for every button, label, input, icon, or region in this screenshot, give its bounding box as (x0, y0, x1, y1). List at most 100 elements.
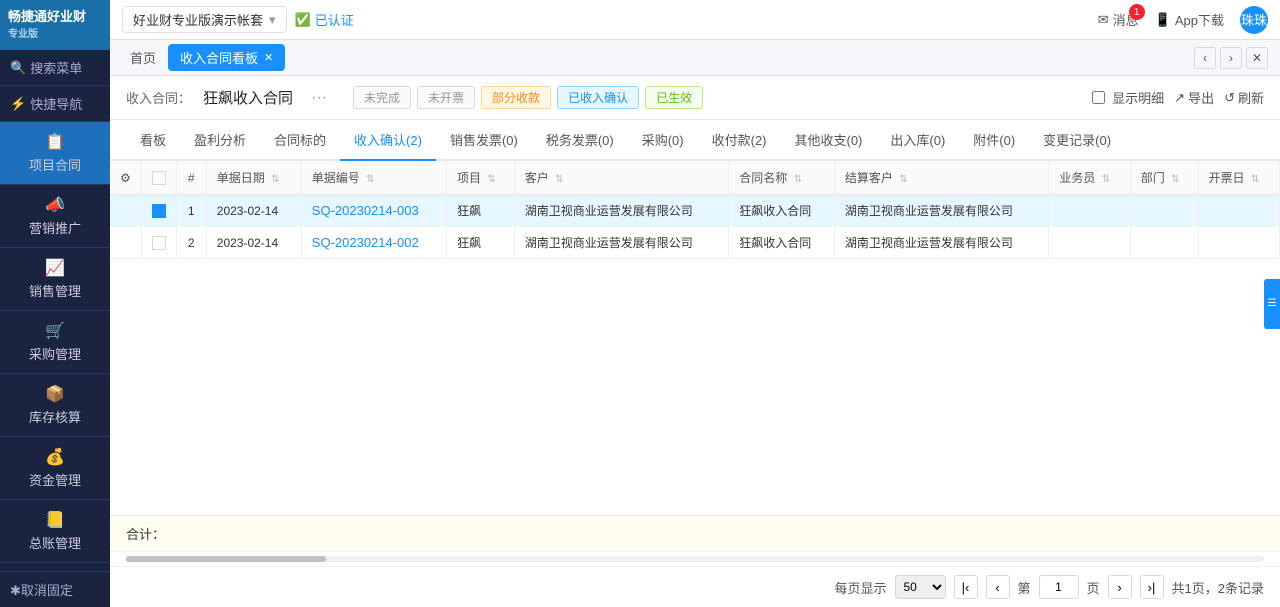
funds-icon: 💰 (45, 447, 65, 467)
home-tab[interactable]: 首页 (122, 48, 164, 67)
marketing-icon: 📣 (45, 195, 65, 215)
th-order-no[interactable]: 单据编号 ⇅ (301, 161, 446, 195)
scroll-track[interactable] (126, 556, 1264, 562)
subtab-payment[interactable]: 收付款(2) (698, 120, 781, 161)
export-button[interactable]: ↗ 导出 (1174, 88, 1214, 107)
select-all-checkbox[interactable] (152, 171, 166, 185)
per-page-label: 每页显示 (834, 578, 886, 597)
page-number-input[interactable] (1039, 575, 1079, 599)
total-label: 合计： (126, 524, 165, 543)
sort-orderno-icon: ⇅ (366, 174, 374, 185)
subtab-change-log[interactable]: 变更记录(0) (1029, 120, 1125, 161)
sidebar-item-inventory[interactable]: 📦 库存核算 (0, 374, 110, 437)
sidebar-item-sales[interactable]: 📈 销售管理 (0, 248, 110, 311)
th-date[interactable]: 单据日期 ⇅ (206, 161, 301, 195)
sidebar-item-invoice[interactable]: 🧾 发票管理 (0, 563, 110, 571)
company-name: 好业财专业版演示帐套 (133, 10, 263, 29)
subtab-attachments[interactable]: 附件(0) (959, 120, 1029, 161)
table-row[interactable]: 1 2023-02-14 SQ-20230214-003 狂飙 湖南卫视商业运营… (110, 195, 1280, 227)
sidebar-item-purchase[interactable]: 🛒 采购管理 (0, 311, 110, 374)
sidebar-item-project-contract[interactable]: 📋 项目合同 (0, 122, 110, 185)
table-area: ⚙ # 单据日期 ⇅ 单据编号 ⇅ 项目 ⇅ 客户 ⇅ 合同名称 ⇅ 结算客户 … (110, 161, 1280, 515)
tab-navigation: ‹ › ✕ (1194, 47, 1268, 69)
topbar: 好业财专业版演示帐套 ▾ ✅ 已认证 ✉ 消息 1 📱 App下载 珠珠 (110, 0, 1280, 40)
status-effective[interactable]: 已生效 (645, 86, 703, 109)
sidebar-item-ledger[interactable]: 📒 总账管理 (0, 500, 110, 563)
more-options-button[interactable]: ··· (305, 89, 333, 107)
table-footer: 合计： (110, 515, 1280, 551)
main-area: 好业财专业版演示帐套 ▾ ✅ 已认证 ✉ 消息 1 📱 App下载 珠珠 首页 … (110, 0, 1280, 607)
subtab-tax-invoice[interactable]: 税务发票(0) (532, 120, 628, 161)
contract-icon: 📋 (45, 132, 65, 152)
order-no-cell[interactable]: SQ-20230214-003 (301, 195, 446, 227)
check-icon: ✅ (295, 12, 311, 28)
status-revenue-confirmed[interactable]: 已收入确认 (557, 86, 639, 109)
status-partial-receipt[interactable]: 部分收款 (481, 86, 551, 109)
app-download-button[interactable]: 📱 App下载 (1155, 10, 1224, 29)
th-settle-customer[interactable]: 结算客户 ⇅ (834, 161, 1049, 195)
last-page-button[interactable]: ›| (1140, 575, 1164, 599)
user-avatar[interactable]: 珠珠 (1240, 6, 1268, 34)
th-settings[interactable]: ⚙ (110, 161, 141, 195)
subtab-sales-invoice[interactable]: 销售发票(0) (436, 120, 532, 161)
subtab-other[interactable]: 其他收支(0) (781, 120, 877, 161)
first-page-button[interactable]: |‹ (954, 575, 978, 599)
show-detail-checkbox[interactable] (1092, 91, 1105, 104)
download-icon: 📱 (1155, 12, 1171, 28)
sidebar-pin-button[interactable]: ✱取消固定 (0, 572, 110, 607)
settings-cell (110, 195, 141, 227)
table-row[interactable]: 2 2023-02-14 SQ-20230214-002 狂飙 湖南卫视商业运营… (110, 227, 1280, 259)
sidebar-search[interactable]: 🔍 搜索菜单 (0, 50, 110, 86)
subtab-contract-item[interactable]: 合同标的 (260, 120, 340, 161)
subtab-warehouse[interactable]: 出入库(0) (876, 120, 959, 161)
checkbox-cell[interactable] (141, 195, 176, 227)
sort-contract-icon: ⇅ (794, 174, 802, 185)
checkbox-cell[interactable] (141, 227, 176, 259)
th-invoice-date[interactable]: 开票日 ⇅ (1198, 161, 1279, 195)
right-panel-button[interactable]: ☰ (1264, 279, 1280, 329)
refresh-button[interactable]: ↺ 刷新 (1224, 88, 1264, 107)
subtab-board[interactable]: 看板 (126, 120, 180, 161)
contract-name-cell: 狂飙收入合同 (729, 195, 835, 227)
row-checkbox[interactable] (152, 236, 166, 250)
contract-title: 狂飙收入合同 (203, 87, 293, 108)
scroll-thumb[interactable] (126, 556, 326, 562)
tab-close-all-button[interactable]: ✕ (1246, 47, 1268, 69)
subtab-profit[interactable]: 盈利分析 (180, 120, 260, 161)
th-select-all[interactable] (141, 161, 176, 195)
export-icon: ↗ (1174, 90, 1185, 106)
show-detail-toggle[interactable]: 显示明细 (1092, 88, 1164, 107)
pagination: 每页显示 50 20 100 |‹ ‹ 第 页 › ›| 共1页，2条记录 (110, 566, 1280, 607)
message-button[interactable]: ✉ 消息 1 (1098, 10, 1139, 29)
project-cell: 狂飙 (447, 195, 515, 227)
tab-prev-button[interactable]: ‹ (1194, 47, 1216, 69)
status-incomplete[interactable]: 未完成 (353, 86, 411, 109)
sidebar-quick-nav[interactable]: ⚡ 快捷导航 (0, 86, 110, 122)
th-customer[interactable]: 客户 ⇅ (514, 161, 729, 195)
th-salesman[interactable]: 业务员 ⇅ (1049, 161, 1130, 195)
lightning-icon: ⚡ (10, 96, 26, 112)
company-selector[interactable]: 好业财专业版演示帐套 ▾ (122, 6, 287, 33)
next-page-button[interactable]: › (1108, 575, 1132, 599)
settle-customer-cell: 湖南卫视商业运营发展有限公司 (834, 227, 1049, 259)
row-checkbox[interactable] (152, 204, 166, 218)
subtab-revenue-confirm[interactable]: 收入确认(2) (340, 120, 436, 161)
status-no-invoice[interactable]: 未开票 (417, 86, 475, 109)
th-contract-name[interactable]: 合同名称 ⇅ (729, 161, 835, 195)
order-no-link[interactable]: SQ-20230214-002 (312, 235, 419, 250)
order-no-link[interactable]: SQ-20230214-003 (312, 203, 419, 218)
prev-page-button[interactable]: ‹ (986, 575, 1010, 599)
contract-board-tab[interactable]: 收入合同看板 ✕ (168, 44, 285, 71)
contract-name-cell: 狂飙收入合同 (729, 227, 835, 259)
subtab-purchase[interactable]: 采购(0) (628, 120, 698, 161)
th-project[interactable]: 项目 ⇅ (447, 161, 515, 195)
project-cell: 狂飙 (447, 227, 515, 259)
sidebar-nav-list: 📋 项目合同 📣 营销推广 📈 销售管理 🛒 采购管理 📦 库存核算 💰 资金管… (0, 122, 110, 571)
tab-close-button[interactable]: ✕ (264, 51, 273, 64)
sidebar-item-funds[interactable]: 💰 资金管理 (0, 437, 110, 500)
per-page-select[interactable]: 50 20 100 (895, 575, 946, 599)
tab-next-button[interactable]: › (1220, 47, 1242, 69)
sidebar-item-marketing[interactable]: 📣 营销推广 (0, 185, 110, 248)
order-no-cell[interactable]: SQ-20230214-002 (301, 227, 446, 259)
th-dept[interactable]: 部门 ⇅ (1130, 161, 1198, 195)
